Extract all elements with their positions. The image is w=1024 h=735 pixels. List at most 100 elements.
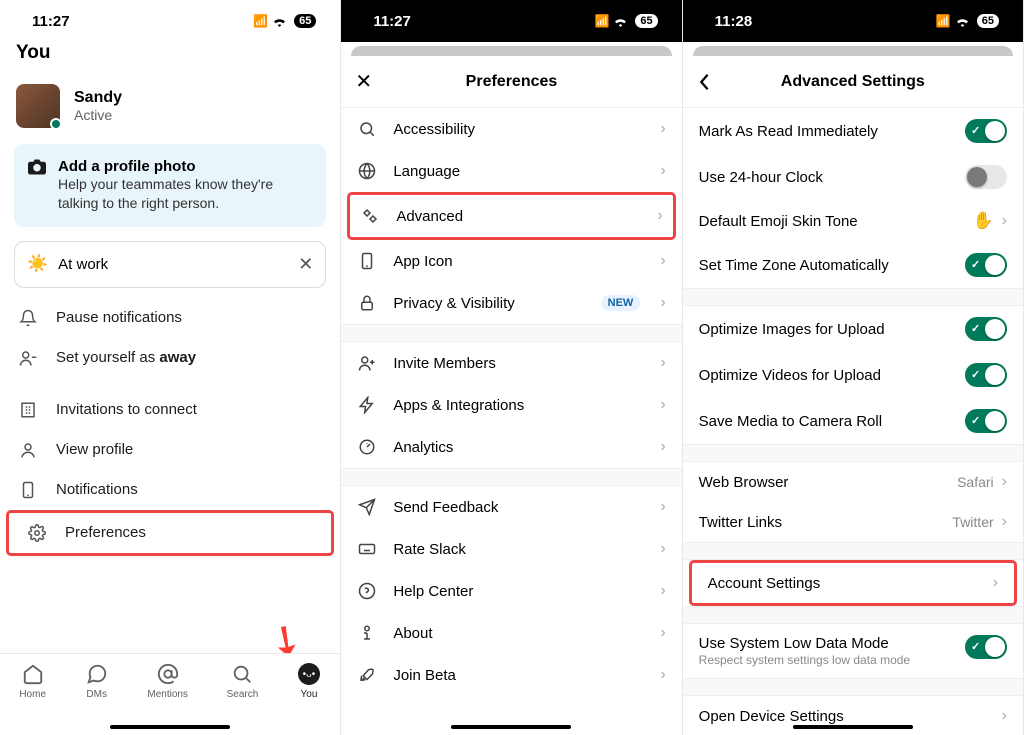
row-24hour-clock[interactable]: Use 24-hour Clock xyxy=(683,154,1023,200)
menu-view-profile[interactable]: View profile xyxy=(0,430,340,470)
tab-dms[interactable]: DMs xyxy=(85,662,109,735)
chevron-right-icon: › xyxy=(660,162,665,180)
add-photo-banner[interactable]: Add a profile photo Help your teammates … xyxy=(14,144,326,227)
send-icon xyxy=(357,498,377,516)
new-badge: NEW xyxy=(601,295,641,311)
row-label: Send Feedback xyxy=(393,499,644,516)
menu-notifications[interactable]: Notifications xyxy=(0,470,340,510)
chevron-right-icon: › xyxy=(660,582,665,600)
chevron-right-icon: › xyxy=(660,396,665,414)
menu-label: Invitations to connect xyxy=(56,401,197,418)
chevron-right-icon: › xyxy=(660,498,665,516)
tab-you[interactable]: •ᴗ• You xyxy=(297,662,321,735)
menu-list: Pause notifications Set yourself as away… xyxy=(0,298,340,556)
pref-row-apps-integrations[interactable]: Apps & Integrations› xyxy=(341,384,681,426)
tab-label: Search xyxy=(227,689,259,700)
row-emoji-tone[interactable]: Default Emoji Skin Tone✋› xyxy=(683,200,1023,242)
row-label: App Icon xyxy=(393,253,644,270)
row-device-settings[interactable]: Open Device Settings› xyxy=(683,696,1023,735)
row-save-media[interactable]: Save Media to Camera Roll✓ xyxy=(683,398,1023,444)
menu-label: View profile xyxy=(56,441,133,458)
chevron-right-icon: › xyxy=(660,666,665,684)
toggle[interactable]: ✓ xyxy=(965,409,1007,433)
row-account-settings[interactable]: Account Settings› xyxy=(692,563,1014,603)
menu-label: Pause notifications xyxy=(56,309,182,326)
chevron-right-icon: › xyxy=(660,438,665,456)
gauge-icon xyxy=(357,438,377,456)
toggle[interactable]: ✓ xyxy=(965,317,1007,341)
row-web-browser[interactable]: Web BrowserSafari› xyxy=(683,462,1023,502)
bolt-icon xyxy=(357,396,377,414)
row-optimize-videos[interactable]: Optimize Videos for Upload✓ xyxy=(683,352,1023,398)
toggle[interactable]: ✓ xyxy=(965,635,1007,659)
pref-row-help-center[interactable]: Help Center› xyxy=(341,570,681,612)
pref-row-rate-slack[interactable]: Rate Slack› xyxy=(341,528,681,570)
profile-row[interactable]: Sandy Active xyxy=(0,74,340,140)
pref-row-invite-members[interactable]: Invite Members › xyxy=(341,342,681,384)
menu-invitations[interactable]: Invitations to connect xyxy=(0,390,340,430)
status-bar: 11:27 📶 65 xyxy=(0,0,340,42)
status-time: 11:27 xyxy=(373,13,411,30)
tab-bar: Home DMs Mentions Search •ᴗ• You xyxy=(0,653,340,735)
tab-search[interactable]: Search xyxy=(227,662,259,735)
wifi-icon xyxy=(955,16,970,27)
row-label: Rate Slack xyxy=(393,541,644,558)
banner-subtitle: Help your teammates know they're talking… xyxy=(58,175,314,213)
pref-row-analytics[interactable]: Analytics› xyxy=(341,426,681,468)
home-indicator xyxy=(451,725,571,729)
back-button[interactable] xyxy=(697,73,711,91)
menu-pause-notifications[interactable]: Pause notifications xyxy=(0,298,340,338)
wifi-icon xyxy=(272,16,287,27)
tab-home[interactable]: Home xyxy=(19,662,46,735)
close-button[interactable]: ✕ xyxy=(355,69,372,94)
pref-row-about[interactable]: About› xyxy=(341,612,681,654)
pref-row-language[interactable]: Language › xyxy=(341,150,681,192)
status-box[interactable]: ☀️ At work ✕ xyxy=(14,241,326,288)
profile-icon xyxy=(18,441,38,459)
toggle[interactable] xyxy=(965,165,1007,189)
battery-indicator: 65 xyxy=(977,14,999,28)
menu-preferences[interactable]: Preferences xyxy=(9,513,331,553)
chevron-right-icon: › xyxy=(1002,473,1007,491)
pref-row-join-beta[interactable]: Join Beta› xyxy=(341,654,681,696)
sheet-header: ✕ Preferences xyxy=(341,56,681,108)
row-label: Invite Members xyxy=(393,355,644,372)
chevron-right-icon: › xyxy=(660,354,665,372)
row-label: Language xyxy=(393,163,644,180)
pref-row-privacy-visibility[interactable]: Privacy & VisibilityNEW› xyxy=(341,282,681,324)
toggle[interactable]: ✓ xyxy=(965,363,1007,387)
home-icon xyxy=(21,662,45,686)
status-right: 📶 65 xyxy=(936,14,999,28)
person-plus-icon xyxy=(357,354,377,372)
menu-set-away[interactable]: Set yourself as away xyxy=(0,338,340,378)
bell-off-icon xyxy=(18,309,38,327)
gears-icon xyxy=(360,207,380,225)
toggle[interactable]: ✓ xyxy=(965,119,1007,143)
row-low-data-mode[interactable]: Use System Low Data Mode Respect system … xyxy=(683,624,1023,678)
pref-row-send-feedback[interactable]: Send Feedback › xyxy=(341,486,681,528)
battery-indicator: 65 xyxy=(294,14,316,28)
rocket-icon xyxy=(357,666,377,684)
pref-row-advanced[interactable]: Advanced› xyxy=(350,195,672,237)
battery-indicator: 65 xyxy=(635,14,657,28)
home-indicator xyxy=(110,725,230,729)
panel-you: 11:27 📶 65 You Sandy Active Add a profil… xyxy=(0,0,341,735)
chevron-right-icon: › xyxy=(993,574,998,592)
row-mark-read[interactable]: Mark As Read Immediately✓ xyxy=(683,108,1023,154)
at-icon xyxy=(156,662,180,686)
row-timezone-auto[interactable]: Set Time Zone Automatically✓ xyxy=(683,242,1023,288)
toggle[interactable]: ✓ xyxy=(965,253,1007,277)
row-twitter-links[interactable]: Twitter LinksTwitter› xyxy=(683,502,1023,542)
row-label: About xyxy=(393,625,644,642)
pref-row-accessibility[interactable]: Accessibility› xyxy=(341,108,681,150)
person-icon xyxy=(18,349,38,367)
advanced-sheet: Advanced Settings Mark As Read Immediate… xyxy=(683,56,1023,735)
profile-name: Sandy xyxy=(74,89,122,107)
account-settings-highlight: Account Settings› xyxy=(689,560,1017,606)
row-optimize-images[interactable]: Optimize Images for Upload✓ xyxy=(683,306,1023,352)
pref-row-app-icon[interactable]: App Icon› xyxy=(341,240,681,282)
menu-label: Preferences xyxy=(65,524,146,541)
clear-status-button[interactable]: ✕ xyxy=(298,254,313,275)
status-bar: 11:27 📶 65 xyxy=(341,0,681,42)
advanced-highlight: Advanced› xyxy=(347,192,675,240)
